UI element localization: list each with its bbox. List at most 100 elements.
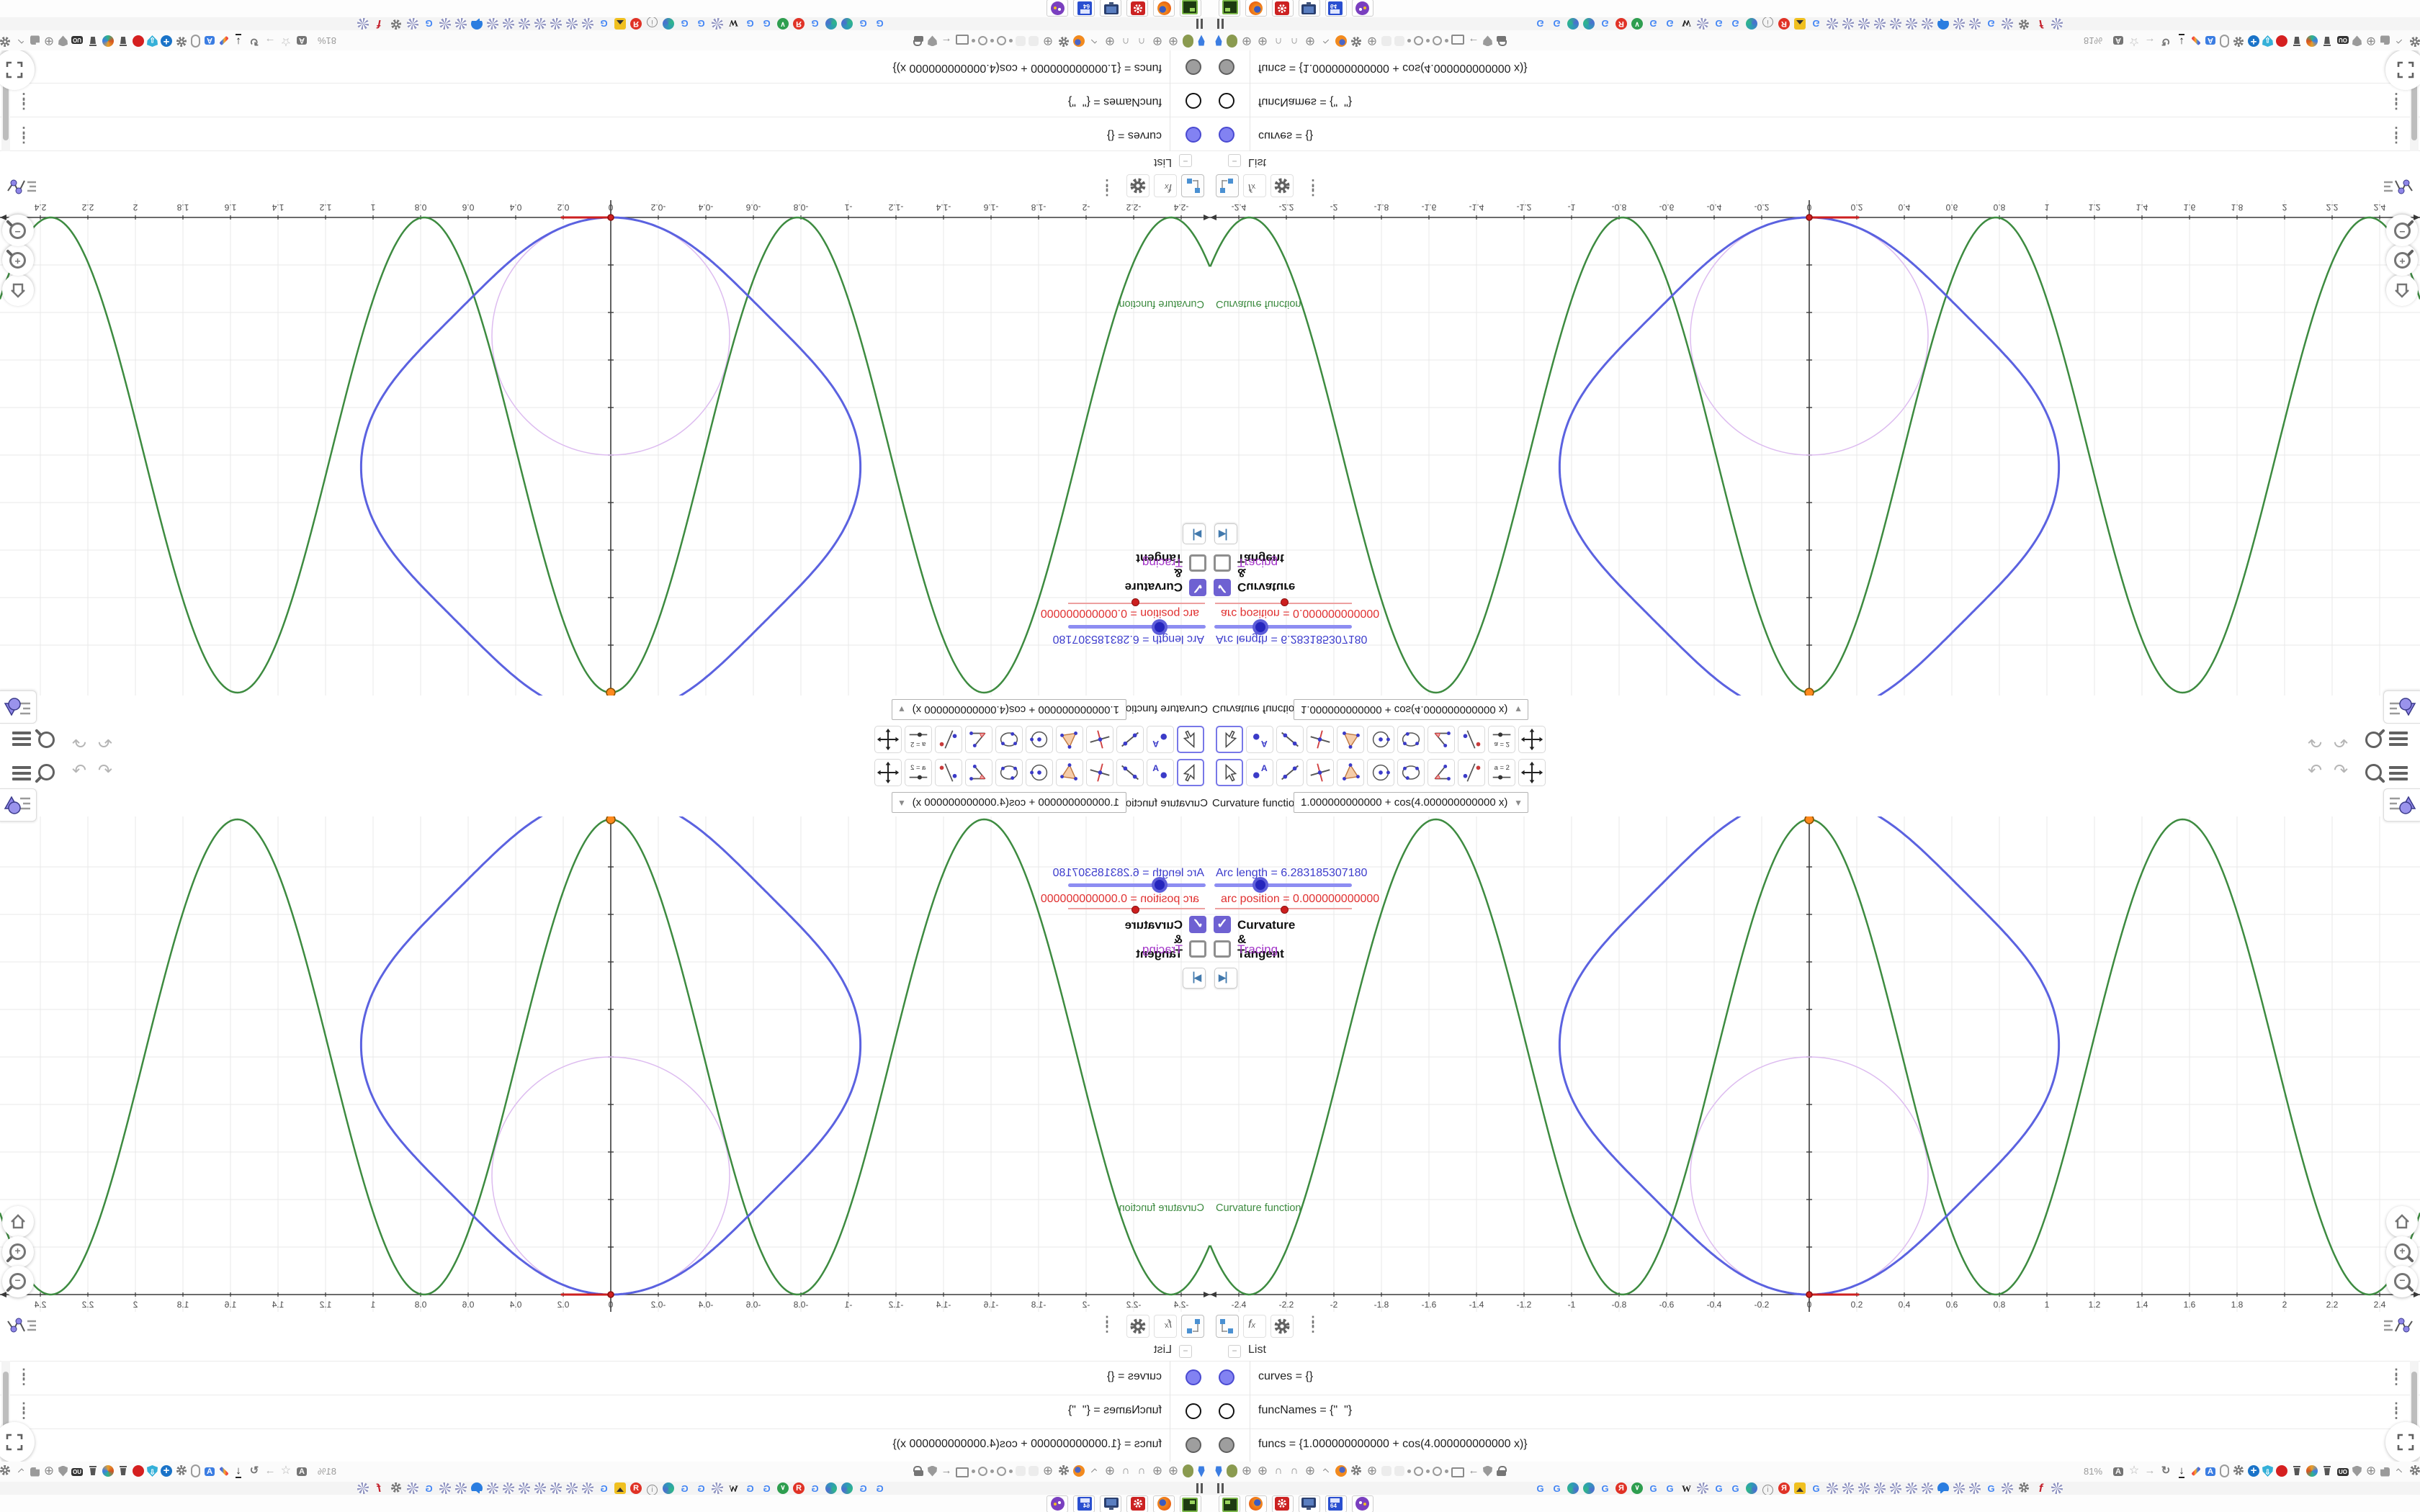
google-g-icon[interactable]: G [598, 18, 610, 30]
algebra-row[interactable]: curves = {} ⋮ ⋮ [1210, 1361, 2420, 1395]
translate-blue-icon[interactable]: A [203, 35, 216, 48]
pin-blue-icon[interactable] [1196, 35, 1206, 48]
zoom-in-button[interactable]: + [2386, 1236, 2418, 1268]
gear-red-app-button[interactable] [1126, 0, 1148, 17]
trash-icon[interactable] [2321, 1464, 2334, 1477]
fullscreen-button[interactable] [2385, 1422, 2420, 1462]
pill-icon[interactable] [191, 1464, 200, 1477]
google-g-icon[interactable]: G [1647, 1482, 1659, 1495]
conic-tool-button[interactable] [1397, 726, 1425, 753]
graphics-stylebar-card[interactable] [0, 788, 37, 822]
yandex-icon[interactable]: Я [1615, 1482, 1627, 1494]
lock-icon[interactable] [912, 1464, 925, 1477]
pinwheel-icon[interactable] [550, 18, 562, 30]
angle-tool-button[interactable] [965, 759, 992, 786]
polygon-tool-button[interactable] [1337, 726, 1364, 753]
pinwheel-icon[interactable] [1906, 18, 1917, 30]
monitor-blue-app-button[interactable] [1100, 0, 1121, 17]
globe-icon[interactable]: ⊕ [1366, 35, 1379, 48]
pill-icon[interactable] [191, 35, 200, 48]
graphics-view[interactable]: -2.4 -2.2 -2 -1.8 -1.6 -1.4 -1.2 -1 -0.8 -0.6 -0.4… [1210, 794, 2420, 1312]
face-purple-app-button[interactable] [1047, 1495, 1068, 1512]
settings-button[interactable] [1126, 174, 1150, 197]
google-g-icon[interactable]: G [423, 18, 435, 30]
tracing-checkbox[interactable] [1214, 940, 1231, 958]
plus-blue-icon[interactable]: + [161, 1464, 172, 1477]
lock-icon[interactable] [1495, 35, 1508, 48]
row-menu-icon[interactable]: ⋮ ⋮ [17, 1400, 30, 1421]
google-g-icon[interactable]: G [1599, 1482, 1611, 1495]
ring-icon[interactable] [1433, 1466, 1442, 1476]
algebra-row[interactable]: funcNames = {" "} ⋮ ⋮ [1210, 1395, 2420, 1429]
graphics-stylebar-card[interactable] [2383, 690, 2420, 724]
google-g-icon[interactable]: G [857, 18, 869, 30]
yandex-icon[interactable]: Я [630, 18, 642, 30]
search-icon[interactable] [2365, 764, 2382, 780]
trash-icon[interactable] [117, 1464, 130, 1477]
pin-blue-icon[interactable] [1214, 35, 1224, 48]
fx-button[interactable]: fx [1154, 1315, 1177, 1338]
visibility-marble[interactable] [1219, 1369, 1234, 1385]
google-g-icon[interactable]: G [744, 18, 756, 30]
wrench-icon[interactable]: ⌐ [14, 1464, 27, 1477]
f-red-icon[interactable]: f [373, 18, 385, 30]
terminal-green-app-button[interactable] [1180, 0, 1201, 17]
monitor-blue-app-button[interactable] [1100, 1495, 1121, 1512]
pinwheel-icon[interactable] [503, 18, 514, 30]
reflect-tool-button[interactable] [935, 759, 962, 786]
plus-blue-icon[interactable]: + [161, 35, 172, 48]
globe-icon[interactable]: ⊕ [1256, 35, 1269, 48]
share-color-icon[interactable] [102, 35, 114, 47]
chat-blue-icon[interactable] [1937, 1482, 1949, 1494]
reload-icon[interactable]: ↻ [2159, 35, 2172, 48]
pinwheel-icon[interactable] [1697, 1482, 1708, 1494]
ghost-icon[interactable] [1028, 36, 1039, 46]
woven-icon[interactable] [841, 1482, 853, 1494]
pinwheel-icon[interactable] [534, 1482, 546, 1494]
arc-length-slider[interactable] [1214, 625, 1352, 629]
dot-icon[interactable] [1426, 1469, 1430, 1473]
fx-button[interactable]: fx [1243, 1315, 1266, 1338]
woven-icon[interactable] [663, 1482, 674, 1494]
move-graphics-tool-button[interactable] [874, 759, 902, 786]
puzzle-icon[interactable] [2380, 36, 2390, 45]
google-g-icon[interactable]: G [695, 18, 707, 30]
fullscreen-button[interactable] [2385, 50, 2420, 90]
share-color-icon[interactable] [102, 1465, 114, 1477]
image-yellow-icon[interactable] [614, 1482, 626, 1494]
algebra-row[interactable]: curves = {} ⋮ ⋮ [1210, 117, 2420, 151]
lock-icon[interactable] [1495, 1464, 1508, 1477]
woven-icon[interactable] [1583, 1482, 1595, 1494]
step-forward-button[interactable]: ▶▏ [1183, 968, 1206, 989]
google-g-icon[interactable]: G [809, 1482, 821, 1495]
pinwheel-icon[interactable] [519, 18, 530, 30]
settings-button[interactable] [1270, 1315, 1294, 1338]
tracing-checkbox[interactable] [1189, 554, 1206, 572]
ghost-icon[interactable] [1381, 1466, 1392, 1476]
globe-icon[interactable]: ⊕ [1240, 1464, 1253, 1477]
gear-red-app-button[interactable] [1272, 0, 1294, 17]
slider-tool-button[interactable]: a = 2 [1488, 726, 1515, 753]
trash-icon[interactable] [86, 35, 99, 48]
curvature-tangent-checkbox[interactable]: ✓ [1189, 579, 1206, 596]
globe-icon[interactable]: ⊕ [1041, 35, 1054, 48]
pause-icon[interactable] [1217, 19, 1224, 29]
pinwheel-icon[interactable] [407, 1482, 418, 1494]
zoom-in-button[interactable]: + [2386, 244, 2418, 276]
google-g-icon[interactable]: G [695, 1482, 707, 1495]
pause-icon[interactable] [1196, 1483, 1203, 1493]
plus-blue-icon[interactable]: + [2248, 1465, 2259, 1477]
ghost-icon[interactable] [1394, 1466, 1404, 1476]
google-g-icon[interactable]: G [1534, 1482, 1546, 1495]
pinwheel-icon[interactable] [407, 18, 418, 30]
arrow-left-icon[interactable]: ← [940, 1464, 953, 1477]
folder-icon[interactable] [956, 35, 969, 45]
ring-icon[interactable] [1433, 36, 1442, 46]
undo-icon[interactable]: ↶ [2308, 762, 2322, 780]
dot-icon[interactable] [1407, 1469, 1411, 1473]
globe-icon[interactable]: ⊕ [2365, 35, 2378, 48]
woven-icon[interactable] [841, 18, 853, 30]
shield-blue-icon[interactable]: ⇩ [147, 1465, 158, 1477]
avatar-olive-icon[interactable] [1183, 35, 1193, 48]
translate-gray-icon[interactable]: A [295, 1464, 308, 1477]
